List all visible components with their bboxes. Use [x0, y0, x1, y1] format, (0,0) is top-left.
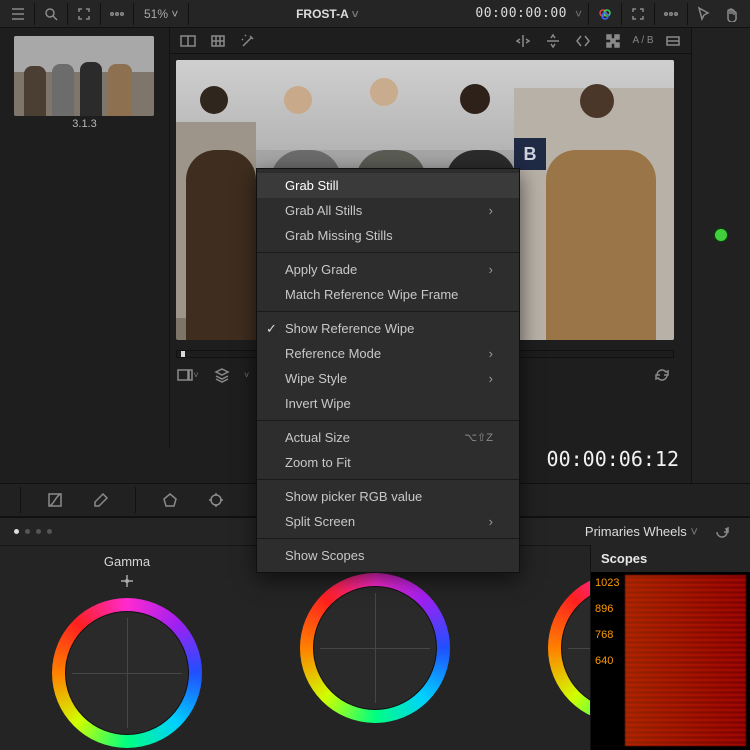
menu-reference-mode[interactable]: Reference Mode› — [257, 341, 519, 366]
reset-icon[interactable] — [708, 520, 736, 544]
image-wipe-icon[interactable] — [176, 30, 200, 52]
menu-apply-grade[interactable]: Apply Grade› — [257, 257, 519, 282]
more2-icon[interactable] — [657, 2, 685, 26]
expand-icon[interactable] — [70, 2, 98, 26]
viewer-context-menu: Grab Still Grab All Stills› Grab Missing… — [256, 168, 520, 573]
ab-compare[interactable]: A / B — [631, 30, 655, 52]
node-indicator[interactable] — [714, 228, 728, 242]
wipe-diag-icon[interactable] — [571, 30, 595, 52]
stills-gallery: 3.1.3 — [0, 28, 170, 448]
menu-show-picker-rgb[interactable]: Show picker RGB value — [257, 484, 519, 509]
layers-icon[interactable] — [210, 364, 234, 386]
color-icon[interactable] — [591, 2, 619, 26]
pointer-icon[interactable] — [690, 2, 718, 26]
wipe-vert-icon[interactable] — [541, 30, 565, 52]
zoom-level[interactable]: 51% ˅ — [144, 7, 178, 21]
highlight-icon[interactable] — [661, 30, 685, 52]
loop-icon[interactable] — [650, 364, 674, 386]
grid-icon[interactable] — [206, 30, 230, 52]
menu-show-scopes[interactable]: Show Scopes — [257, 543, 519, 568]
node-panel — [692, 28, 750, 483]
menu-zoom-fit[interactable]: Zoom to Fit — [257, 450, 519, 475]
shape-icon[interactable] — [156, 488, 184, 512]
scopes-panel: Scopes 1023 896 768 640 — [590, 545, 750, 750]
still-label: 3.1.3 — [0, 118, 169, 130]
menu-match-ref-wipe[interactable]: Match Reference Wipe Frame — [257, 282, 519, 307]
viewer-toolbar: A / B — [170, 28, 691, 54]
menu-wipe-style[interactable]: Wipe Style› — [257, 366, 519, 391]
tracker-icon[interactable] — [202, 488, 230, 512]
expand2-icon[interactable] — [624, 2, 652, 26]
gamma-wheel[interactable]: Gamma — [4, 548, 250, 748]
more-icon[interactable] — [103, 2, 131, 26]
still-thumb[interactable] — [14, 36, 154, 116]
hand-icon[interactable] — [718, 2, 746, 26]
wand-icon[interactable] — [236, 30, 260, 52]
list-view-icon[interactable] — [4, 2, 32, 26]
header-timecode[interactable]: 00:00:00:00 — [475, 6, 567, 21]
menu-actual-size[interactable]: Actual Size⌥⇧Z — [257, 425, 519, 450]
scopes-title: Scopes — [591, 545, 750, 572]
checker-icon[interactable] — [601, 30, 625, 52]
menu-grab-all-stills[interactable]: Grab All Stills› — [257, 198, 519, 223]
search-icon[interactable] — [37, 2, 65, 26]
menu-grab-missing-stills[interactable]: Grab Missing Stills — [257, 223, 519, 248]
scope-waveform[interactable] — [625, 575, 746, 746]
menu-invert-wipe[interactable]: Invert Wipe — [257, 391, 519, 416]
menu-show-ref-wipe[interactable]: ✓Show Reference Wipe — [257, 316, 519, 341]
wheels-mode[interactable]: Primaries Wheels ˅ — [585, 524, 698, 539]
gain-wheel[interactable]: Gain — [252, 548, 498, 748]
panel-pager[interactable] — [14, 529, 52, 534]
viewer-timecode: 00:00:06:12 — [547, 447, 679, 471]
viewer-layout-icon[interactable]: ˅ — [176, 364, 200, 386]
scope-scale: 1023 896 768 640 — [595, 577, 619, 667]
menu-grab-still[interactable]: Grab Still — [257, 173, 519, 198]
curves-icon[interactable] — [41, 488, 69, 512]
wipe-horiz-icon[interactable] — [511, 30, 535, 52]
picker-icon[interactable] — [87, 488, 115, 512]
top-toolbar: 51% ˅ FROST-A ˅ 00:00:00:00 ˅ — [0, 0, 750, 28]
menu-split-screen[interactable]: Split Screen› — [257, 509, 519, 534]
clip-title[interactable]: FROST-A ˅ — [296, 7, 359, 21]
